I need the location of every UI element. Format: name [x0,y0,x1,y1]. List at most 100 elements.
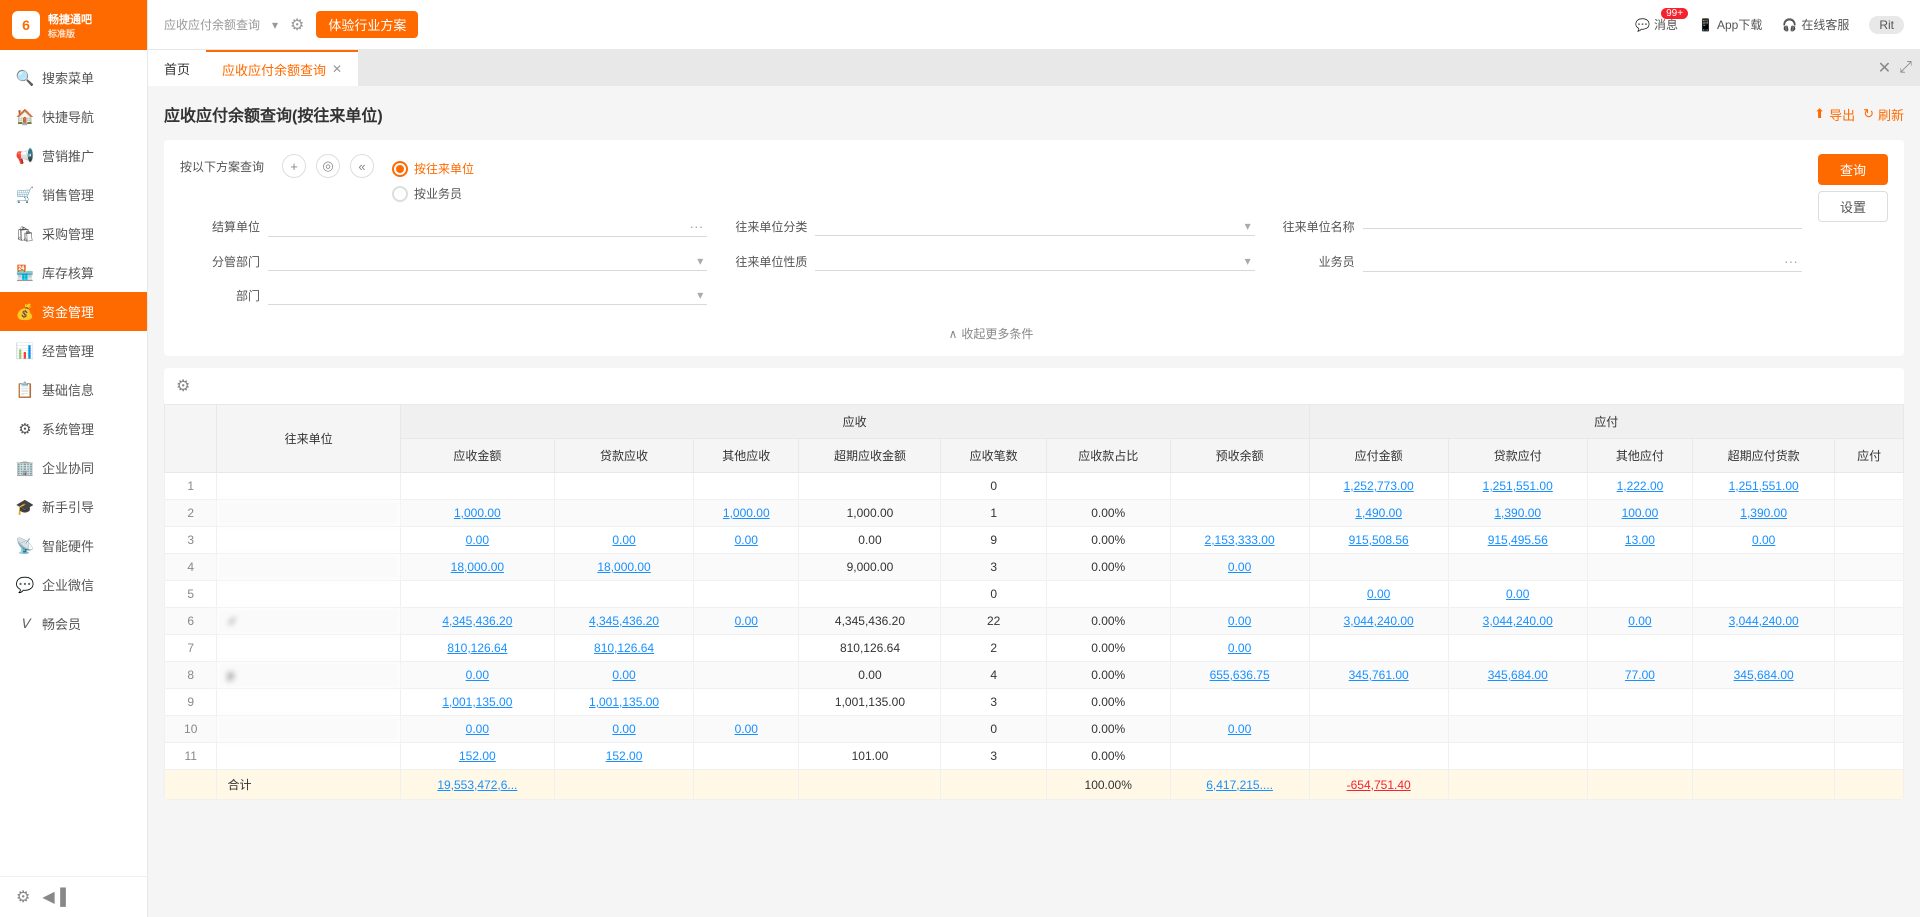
row-ap-other[interactable] [1587,716,1692,743]
row-ar-amount[interactable]: 152.00 [400,743,554,770]
add-filter-button[interactable]: + [282,154,306,178]
scheme-by-sales[interactable]: 按业务员 [384,183,482,204]
row-ar-amount[interactable]: 0.00 [400,527,554,554]
row-ap-loan[interactable] [1448,716,1587,743]
tab-close-icon[interactable]: ✕ [332,62,342,76]
row-ar-amount[interactable]: 810,126.64 [400,635,554,662]
field-wanglaifenlei-input[interactable]: ▾ [815,217,1254,236]
row-ar-prepay[interactable]: 0.00 [1170,554,1309,581]
row-ap-loan[interactable]: 3,044,240.00 [1448,608,1587,635]
filter-collapse-button[interactable]: « [350,154,374,178]
row-ap-loan[interactable] [1448,635,1587,662]
row-ar-loan[interactable]: 0.00 [555,662,694,689]
table-gear-icon[interactable]: ⚙ [176,376,190,396]
row-ap-overdue[interactable] [1693,554,1835,581]
tab-home[interactable]: 首页 [148,50,206,86]
total-ap-amount[interactable]: -654,751.40 [1309,770,1448,800]
row-ap-amount[interactable] [1309,743,1448,770]
row-ap-amount[interactable]: 0.00 [1309,581,1448,608]
row-ap-overdue[interactable]: 345,684.00 [1693,662,1835,689]
sidebar-item-enterprise[interactable]: 🏢 企业协同 [0,448,147,487]
row-ap-loan[interactable]: 915,495.56 [1448,527,1587,554]
row-ap-loan[interactable]: 1,251,551.00 [1448,473,1587,500]
row-ar-prepay[interactable]: 655,636.75 [1170,662,1309,689]
sidebar-item-finance[interactable]: 💰 资金管理 [0,292,147,331]
row-ar-prepay[interactable] [1170,689,1309,716]
row-ar-other[interactable] [694,662,799,689]
field-fenguan-input[interactable]: ▾ [268,252,707,271]
sidebar-item-quicknav[interactable]: 🏠 快捷导航 [0,97,147,136]
row-ap-overdue[interactable]: 1,251,551.00 [1693,473,1835,500]
tab-arbalance[interactable]: 应收应付余额查询 ✕ [206,50,358,86]
row-ar-other[interactable] [694,743,799,770]
row-ar-prepay[interactable]: 0.00 [1170,608,1309,635]
row-ap-loan[interactable] [1448,743,1587,770]
row-ap-other[interactable] [1587,743,1692,770]
row-ar-amount[interactable] [400,473,554,500]
row-ap-other[interactable] [1587,689,1692,716]
app-download-button[interactable]: 📱 App下载 [1698,16,1762,33]
row-ap-other[interactable] [1587,554,1692,581]
user-avatar[interactable]: Rit [1869,16,1904,34]
tabbar-maximize-button[interactable]: ⤢ [1899,59,1912,77]
row-ar-loan[interactable]: 810,126.64 [555,635,694,662]
row-ap-overdue[interactable] [1693,689,1835,716]
sidebar-item-guide[interactable]: 🎓 新手引导 [0,487,147,526]
sidebar-item-member[interactable]: Ⅴ 畅会员 [0,604,147,643]
row-ap-other[interactable] [1587,581,1692,608]
refresh-button[interactable]: ↻ 刷新 [1863,105,1904,124]
row-ar-prepay[interactable] [1170,500,1309,527]
setting-button[interactable]: 设置 [1818,191,1888,222]
row-ar-amount[interactable]: 4,345,436.20 [400,608,554,635]
tabbar-close-button[interactable]: ✕ [1878,58,1891,78]
sidebar-item-purchase[interactable]: 🛍 采购管理 [0,214,147,253]
table-scroll[interactable]: 往来单位 应收 应付 应收金额 贷款应收 其他应收 超期应收金额 应收笔数 应收… [164,404,1904,800]
row-ap-overdue[interactable] [1693,743,1835,770]
total-ar-prepay[interactable]: 6,417,215.... [1170,770,1309,800]
row-ar-prepay[interactable]: 2,153,333.00 [1170,527,1309,554]
row-ar-loan[interactable]: 1,001,135.00 [555,689,694,716]
row-ar-other[interactable] [694,473,799,500]
row-ap-amount[interactable]: 1,490.00 [1309,500,1448,527]
row-ap-amount[interactable]: 915,508.56 [1309,527,1448,554]
row-ar-other[interactable] [694,635,799,662]
sidebar-item-search[interactable]: 🔍 搜索菜单 [0,58,147,97]
row-ar-prepay[interactable]: 0.00 [1170,635,1309,662]
row-ap-amount[interactable] [1309,689,1448,716]
row-ap-amount[interactable] [1309,716,1448,743]
row-ar-amount[interactable]: 18,000.00 [400,554,554,581]
row-ap-overdue[interactable]: 1,390.00 [1693,500,1835,527]
row-ar-other[interactable]: 0.00 [694,608,799,635]
row-ar-other[interactable] [694,581,799,608]
filter-settings-button[interactable]: ◎ [316,154,340,178]
row-ar-other[interactable]: 1,000.00 [694,500,799,527]
row-ap-loan[interactable] [1448,689,1587,716]
topbar-gear-icon[interactable]: ⚙ [290,15,304,35]
row-ar-amount[interactable]: 1,001,135.00 [400,689,554,716]
row-ar-loan[interactable]: 18,000.00 [555,554,694,581]
row-ar-other[interactable]: 0.00 [694,716,799,743]
sidebar-item-base[interactable]: 📋 基础信息 [0,370,147,409]
row-ap-other[interactable] [1587,635,1692,662]
breadcrumb-expand-icon[interactable]: ▾ [272,18,278,32]
row-ap-overdue[interactable] [1693,716,1835,743]
field-bumen-input[interactable]: ▾ [268,286,707,305]
export-button[interactable]: ⬆ 导出 [1814,105,1855,124]
row-ap-other[interactable]: 0.00 [1587,608,1692,635]
row-ar-loan[interactable] [555,473,694,500]
messages-button[interactable]: 💬 消息 99+ [1635,16,1678,33]
row-ar-other[interactable]: 0.00 [694,527,799,554]
field-yewuyuan-input[interactable]: ··· [1363,251,1802,272]
row-ar-loan[interactable]: 0.00 [555,716,694,743]
row-ap-loan[interactable]: 345,684.00 [1448,662,1587,689]
online-service-button[interactable]: 🎧 在线客服 [1782,16,1849,33]
row-ar-amount[interactable]: 1,000.00 [400,500,554,527]
row-ar-amount[interactable]: 0.00 [400,716,554,743]
row-ar-prepay[interactable] [1170,743,1309,770]
row-ap-overdue[interactable]: 3,044,240.00 [1693,608,1835,635]
row-ap-other[interactable]: 13.00 [1587,527,1692,554]
footer-collapse-icon[interactable]: ◀▐ [42,887,66,907]
row-ar-loan[interactable]: 4,345,436.20 [555,608,694,635]
row-ar-loan[interactable] [555,581,694,608]
sidebar-item-wechat[interactable]: 💬 企业微信 [0,565,147,604]
